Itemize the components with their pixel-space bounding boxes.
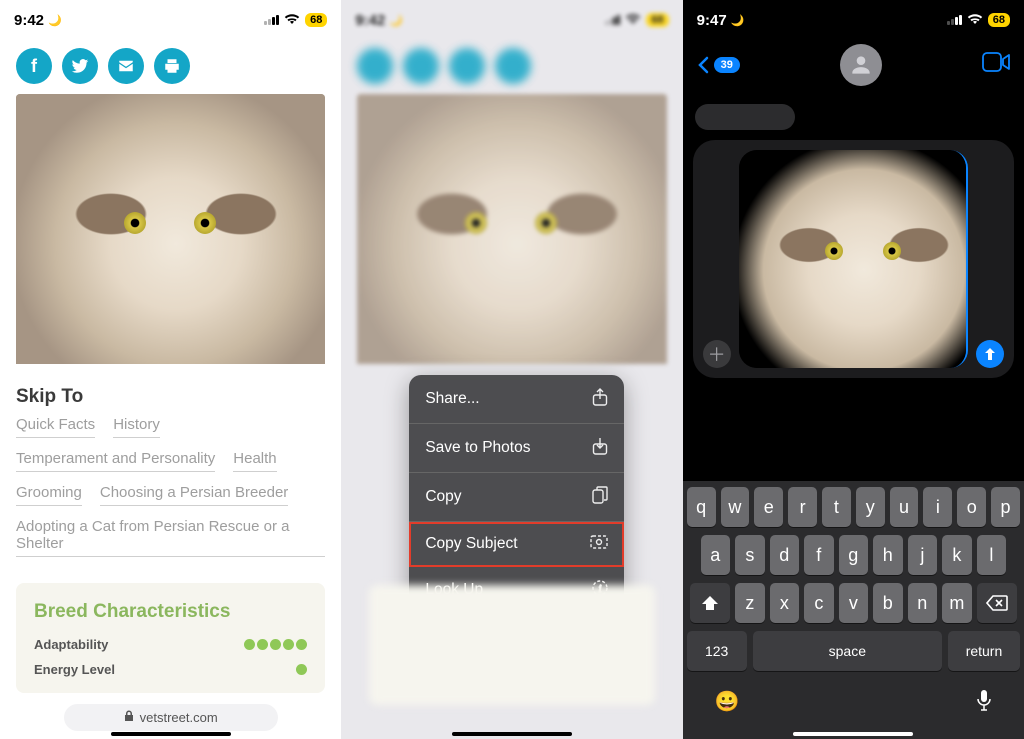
key-k[interactable]: k	[942, 535, 972, 575]
send-button[interactable]	[976, 340, 1004, 368]
key-b[interactable]: b	[873, 583, 903, 623]
return-key[interactable]: return	[948, 631, 1020, 671]
social-share-row: f	[0, 40, 341, 94]
key-o[interactable]: o	[957, 487, 986, 527]
key-w[interactable]: w	[721, 487, 750, 527]
wifi-icon	[284, 12, 300, 29]
attach-button[interactable]: ＋	[703, 340, 731, 368]
key-t[interactable]: t	[822, 487, 851, 527]
skip-link[interactable]: History	[113, 416, 160, 438]
breed-title: Breed Characteristics	[34, 601, 307, 623]
back-button[interactable]: 39	[697, 56, 740, 74]
skip-link[interactable]: Grooming	[16, 484, 82, 506]
home-indicator[interactable]	[793, 732, 913, 736]
ctx-share-[interactable]: Share...	[409, 375, 624, 424]
skip-to-heading: Skip To	[0, 364, 341, 416]
facebook-share-button[interactable]: f	[16, 48, 52, 84]
webpage-panel: 9:42 🌙 68 f Skip To Quick Facts History Tem…	[0, 0, 341, 739]
battery-indicator: 68	[305, 13, 327, 27]
emoji-key[interactable]: 😀	[715, 689, 740, 717]
skip-link[interactable]: Adopting a Cat from Persian Rescue or a …	[16, 518, 325, 557]
cellular-icon	[264, 15, 279, 25]
numbers-key[interactable]: 123	[687, 631, 747, 671]
share-icon	[592, 388, 608, 410]
key-j[interactable]: j	[908, 535, 938, 575]
delete-key[interactable]	[977, 583, 1017, 623]
home-indicator[interactable]	[452, 732, 572, 736]
safari-url-bar[interactable]: vetstreet.com	[64, 704, 278, 731]
key-d[interactable]: d	[770, 535, 800, 575]
messages-panel: 9:47🌙 68 39 ＋ qwertyuiop asdf	[683, 0, 1024, 739]
key-s[interactable]: s	[735, 535, 765, 575]
status-time: 9:42	[14, 12, 44, 29]
cellular-icon	[947, 15, 962, 25]
keyboard: qwertyuiop asdfghjkl zxcvbnm 123 space r…	[683, 481, 1024, 739]
key-u[interactable]: u	[890, 487, 919, 527]
compose-field: ＋	[693, 140, 1014, 378]
cellular-icon	[605, 15, 620, 25]
twitter-share-button[interactable]	[62, 48, 98, 84]
key-r[interactable]: r	[788, 487, 817, 527]
dictation-key[interactable]	[976, 689, 992, 717]
skip-to-links: Quick Facts History Temperament and Person…	[0, 416, 341, 557]
characteristic-row: Energy Level	[34, 662, 307, 677]
shift-key[interactable]	[690, 583, 730, 623]
email-share-button[interactable]	[108, 48, 144, 84]
key-n[interactable]: n	[908, 583, 938, 623]
facetime-button[interactable]	[982, 52, 1010, 78]
status-bar: 9:42🌙 68	[341, 0, 682, 40]
ctx-copy-subject[interactable]: Copy Subject	[409, 522, 624, 567]
pasted-subject-image[interactable]	[739, 150, 968, 368]
key-h[interactable]: h	[873, 535, 903, 575]
ctx-save-to-photos[interactable]: Save to Photos	[409, 424, 624, 473]
status-bar: 9:42 🌙 68	[0, 0, 341, 40]
key-g[interactable]: g	[839, 535, 869, 575]
key-f[interactable]: f	[804, 535, 834, 575]
space-key[interactable]: space	[753, 631, 942, 671]
image-context-menu: Share...Save to PhotosCopyCopy SubjectLo…	[409, 375, 624, 613]
contact-avatar[interactable]	[840, 44, 882, 86]
characteristic-row: Adaptability	[34, 637, 307, 652]
ctx-copy[interactable]: Copy	[409, 473, 624, 522]
save-icon	[592, 437, 608, 459]
subject-icon	[590, 535, 608, 553]
key-l[interactable]: l	[977, 535, 1007, 575]
url-text: vetstreet.com	[140, 710, 218, 725]
lock-icon	[124, 710, 134, 725]
skip-link[interactable]: Quick Facts	[16, 416, 95, 438]
conversation-header: 39	[683, 40, 1024, 96]
key-i[interactable]: i	[923, 487, 952, 527]
cat-illustration	[16, 94, 325, 364]
received-message-bubble	[695, 104, 795, 130]
unread-count-badge: 39	[714, 57, 740, 73]
key-x[interactable]: x	[770, 583, 800, 623]
key-m[interactable]: m	[942, 583, 972, 623]
focus-moon-icon: 🌙	[48, 14, 62, 27]
context-menu-panel: 9:42🌙 68 Share...Save to PhotosCopyCopy …	[341, 0, 682, 739]
skip-link[interactable]: Health	[233, 450, 276, 472]
key-e[interactable]: e	[754, 487, 783, 527]
key-v[interactable]: v	[839, 583, 869, 623]
breed-characteristics-card: Breed Characteristics Adaptability Energy…	[16, 583, 325, 693]
article-hero-image[interactable]	[16, 94, 325, 364]
copy-icon	[592, 486, 608, 508]
key-p[interactable]: p	[991, 487, 1020, 527]
key-c[interactable]: c	[804, 583, 834, 623]
key-y[interactable]: y	[856, 487, 885, 527]
key-q[interactable]: q	[687, 487, 716, 527]
print-button[interactable]	[154, 48, 190, 84]
skip-link[interactable]: Temperament and Personality	[16, 450, 215, 472]
wifi-icon	[625, 12, 641, 29]
key-a[interactable]: a	[701, 535, 731, 575]
status-bar: 9:47🌙 68	[683, 0, 1024, 40]
key-z[interactable]: z	[735, 583, 765, 623]
wifi-icon	[967, 12, 983, 29]
skip-link[interactable]: Choosing a Persian Breeder	[100, 484, 288, 506]
home-indicator[interactable]	[111, 732, 231, 736]
